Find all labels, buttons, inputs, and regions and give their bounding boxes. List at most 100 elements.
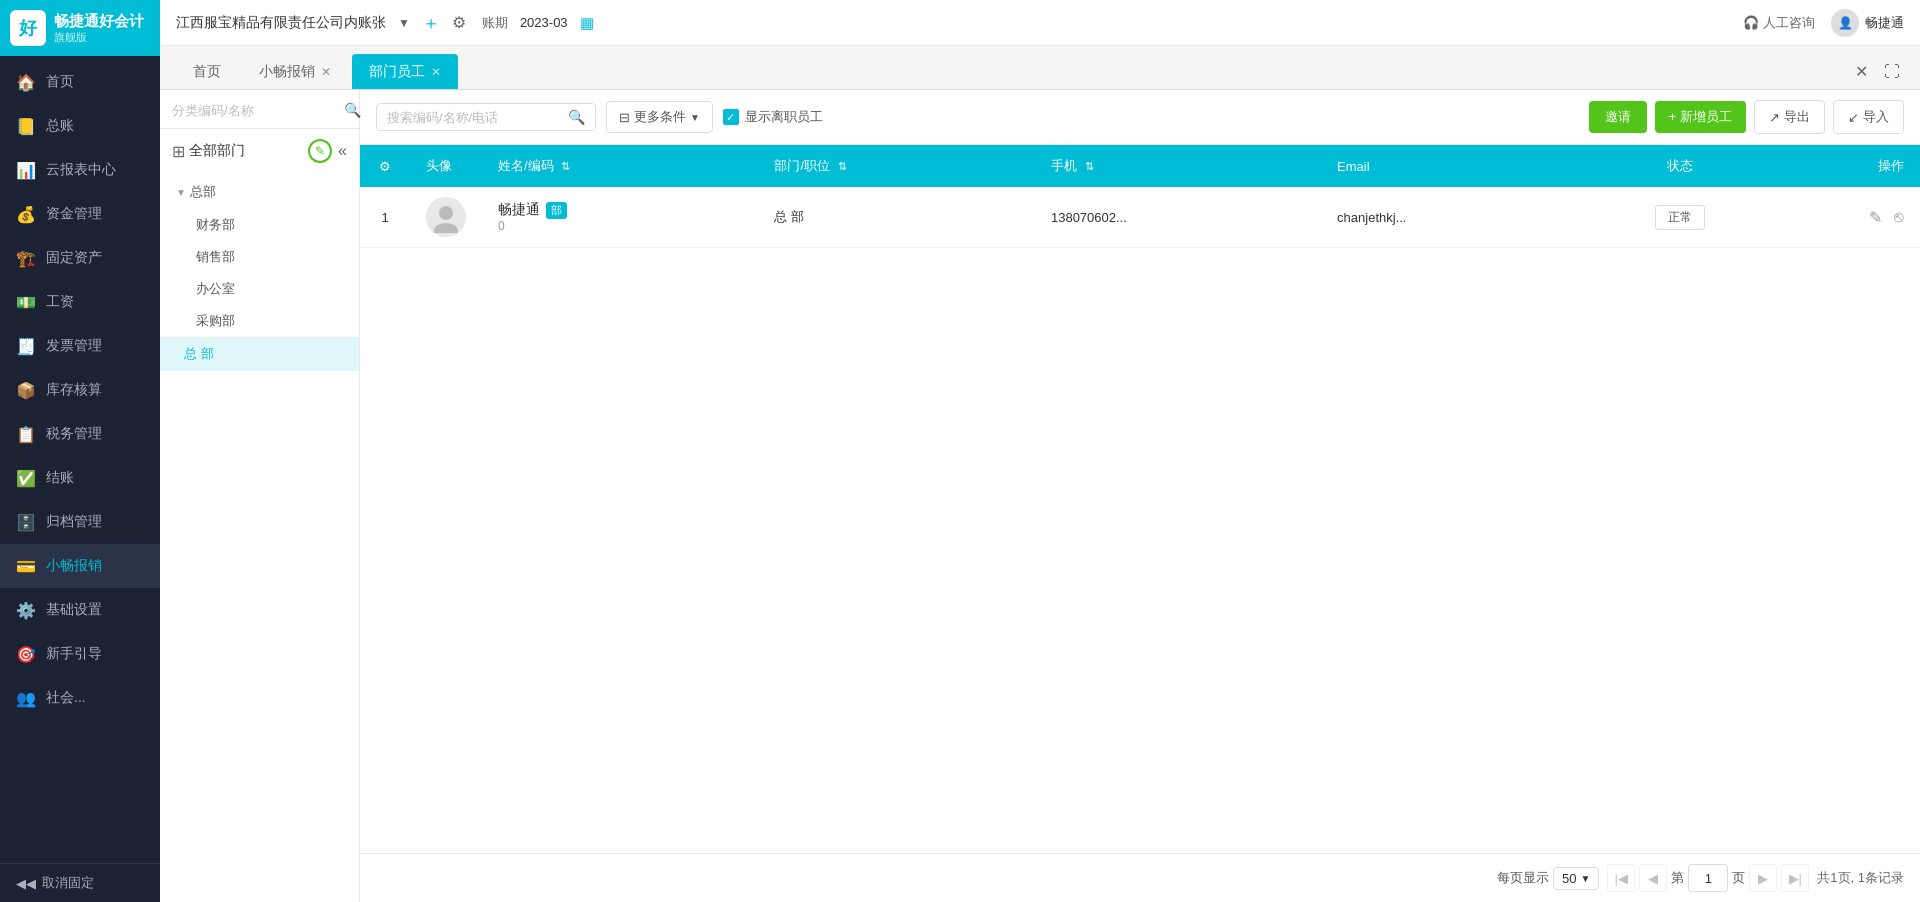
- phone-sort-icon: ⇅: [1085, 160, 1094, 172]
- sidebar-item-home[interactable]: 🏠 首页: [0, 60, 160, 104]
- last-page-button[interactable]: ▶|: [1781, 864, 1809, 892]
- username-label: 畅捷通: [1865, 14, 1904, 32]
- company-name: 江西服宝精品有限责任公司内账张: [176, 14, 386, 32]
- export-button[interactable]: ↗ 导出: [1754, 100, 1825, 134]
- content-area: 🔍 ⊞ 全部部门 ✎ « ▼ 总部 财务部 销售部: [160, 90, 1920, 902]
- cell-name: 畅捷通 部 0: [482, 187, 758, 248]
- dept-label-bangong: 办公室: [196, 281, 235, 296]
- unpin-button[interactable]: ◀◀ 取消固定: [0, 863, 160, 902]
- tab-department[interactable]: 部门员工 ✕: [352, 54, 458, 89]
- invite-button[interactable]: 邀请: [1589, 101, 1647, 133]
- tab-department-label: 部门员工: [369, 63, 425, 81]
- show-resigned-toggle[interactable]: ✓ 显示离职员工: [723, 108, 823, 126]
- employee-toolbar: 🔍 ⊟ 更多条件 ▼ ✓ 显示离职员工 邀请 + 新增员工 ↗ 导出: [360, 90, 1920, 145]
- svg-point-1: [434, 223, 458, 233]
- import-icon: ↙: [1848, 110, 1859, 125]
- main-area: 江西服宝精品有限责任公司内账张 ▼ ＋ ⚙ 账期 2023-03 ▦ 🎧 人工咨…: [160, 0, 1920, 902]
- sidebar-item-closing[interactable]: ✅ 结账: [0, 456, 160, 500]
- employee-code: 0: [498, 219, 567, 233]
- dept-item-zongbu[interactable]: ▼ 总部: [160, 175, 359, 209]
- cell-phone: 138070602...: [1035, 187, 1321, 248]
- sidebar-label-settings: 基础设置: [46, 601, 102, 619]
- support-label: 人工咨询: [1763, 14, 1815, 32]
- sidebar-item-archive[interactable]: 🗄️ 归档管理: [0, 500, 160, 544]
- close-tab-icon[interactable]: ✕: [1851, 58, 1872, 85]
- sidebar-label-ledger: 总账: [46, 117, 74, 135]
- company-dropdown-icon[interactable]: ▼: [398, 16, 410, 30]
- edit-employee-icon[interactable]: ✎: [1869, 208, 1882, 227]
- search-icon[interactable]: 🔍: [568, 109, 585, 125]
- dept-label-caiwu: 财务部: [196, 217, 235, 232]
- resigned-checkbox: ✓: [723, 109, 739, 125]
- archive-icon: 🗄️: [16, 512, 36, 532]
- settings-gear-icon[interactable]: ⚙: [452, 13, 466, 32]
- sidebar-item-tax[interactable]: 📋 税务管理: [0, 412, 160, 456]
- sidebar-item-reports[interactable]: 📊 云报表中心: [0, 148, 160, 192]
- sidebar-item-guide[interactable]: 🎯 新手引导: [0, 632, 160, 676]
- collapse-panel-button[interactable]: «: [338, 142, 347, 160]
- dept-item-zongbu-selected[interactable]: 总 部: [160, 337, 359, 371]
- add-employee-button[interactable]: + 新增员工: [1655, 101, 1746, 133]
- name-cell: 畅捷通 部 0: [498, 201, 742, 233]
- employee-search-input[interactable]: [387, 110, 562, 125]
- dept-search-input[interactable]: [172, 103, 340, 118]
- expand-icon: ▼: [176, 187, 186, 198]
- th-name[interactable]: 姓名/编码 ⇅: [482, 145, 758, 187]
- th-settings[interactable]: ⚙: [360, 145, 410, 187]
- sidebar-item-ledger[interactable]: 📒 总账: [0, 104, 160, 148]
- sidebar-item-social[interactable]: 👥 社会...: [0, 676, 160, 720]
- cell-actions: ✎ ⎋: [1770, 187, 1920, 248]
- more-filter-button[interactable]: ⊟ 更多条件 ▼: [606, 101, 713, 133]
- sidebar-item-invoice[interactable]: 🧾 发票管理: [0, 324, 160, 368]
- unpin-label: 取消固定: [42, 874, 94, 892]
- next-page-button[interactable]: ▶: [1749, 864, 1777, 892]
- sidebar-item-assets[interactable]: 🏗️ 固定资产: [0, 236, 160, 280]
- sidebar-label-invoice: 发票管理: [46, 337, 102, 355]
- dept-item-caiwu[interactable]: 财务部: [160, 209, 359, 241]
- sidebar-label-closing: 结账: [46, 469, 74, 487]
- sidebar-item-settings[interactable]: ⚙️ 基础设置: [0, 588, 160, 632]
- all-departments-label: 全部部门: [189, 142, 245, 160]
- th-phone[interactable]: 手机 ⇅: [1035, 145, 1321, 187]
- filter-icon: ⊟: [619, 110, 630, 125]
- support-button[interactable]: 🎧 人工咨询: [1743, 14, 1815, 32]
- dept-item-bangong[interactable]: 办公室: [160, 273, 359, 305]
- tab-department-close-icon[interactable]: ✕: [431, 65, 441, 79]
- tab-home[interactable]: 首页: [176, 54, 238, 89]
- employee-table: ⚙ 头像 姓名/编码 ⇅ 部门/职位 ⇅: [360, 145, 1920, 248]
- edit-dept-button[interactable]: ✎: [308, 139, 332, 163]
- app-logo: 好 畅捷通好会计 旗舰版: [0, 0, 160, 56]
- inventory-icon: 📦: [16, 380, 36, 400]
- dept-item-xiaoshou[interactable]: 销售部: [160, 241, 359, 273]
- first-page-button[interactable]: |◀: [1607, 864, 1635, 892]
- page-input[interactable]: [1688, 864, 1728, 892]
- page-size-dropdown[interactable]: 50 ▼: [1553, 867, 1599, 890]
- dept-search-icon[interactable]: 🔍: [344, 102, 361, 118]
- page-size-select: 每页显示 50 ▼: [1497, 867, 1599, 890]
- dept-sort-icon: ⇅: [838, 160, 847, 172]
- calendar-icon[interactable]: ▦: [580, 14, 594, 32]
- th-avatar: 头像: [410, 145, 482, 187]
- th-name-label: 姓名/编码: [498, 158, 554, 173]
- th-dept[interactable]: 部门/职位 ⇅: [758, 145, 1034, 187]
- prev-page-button[interactable]: ◀: [1639, 864, 1667, 892]
- sidebar-label-inventory: 库存核算: [46, 381, 102, 399]
- expand-tab-icon[interactable]: ⛶: [1880, 59, 1904, 85]
- user-menu[interactable]: 👤 畅捷通: [1831, 9, 1904, 37]
- sidebar-item-inventory[interactable]: 📦 库存核算: [0, 368, 160, 412]
- import-button[interactable]: ↙ 导入: [1833, 100, 1904, 134]
- logout-employee-icon[interactable]: ⎋: [1894, 208, 1904, 226]
- table-row: 1: [360, 187, 1920, 248]
- sidebar-item-finance[interactable]: 💰 资金管理: [0, 192, 160, 236]
- all-departments-button[interactable]: ⊞ 全部部门: [172, 142, 302, 161]
- dept-header: ⊞ 全部部门 ✎ «: [160, 129, 359, 171]
- tab-expense-close-icon[interactable]: ✕: [321, 65, 331, 79]
- th-email: Email: [1321, 145, 1590, 187]
- tab-home-label: 首页: [193, 63, 221, 81]
- dept-item-caigou[interactable]: 采购部: [160, 305, 359, 337]
- add-company-button[interactable]: ＋: [422, 11, 440, 35]
- tab-expense[interactable]: 小畅报销 ✕: [242, 54, 348, 89]
- sidebar-item-expense[interactable]: 💳 小畅报销: [0, 544, 160, 588]
- sidebar-item-salary[interactable]: 💵 工资: [0, 280, 160, 324]
- page-size-value: 50: [1562, 871, 1576, 886]
